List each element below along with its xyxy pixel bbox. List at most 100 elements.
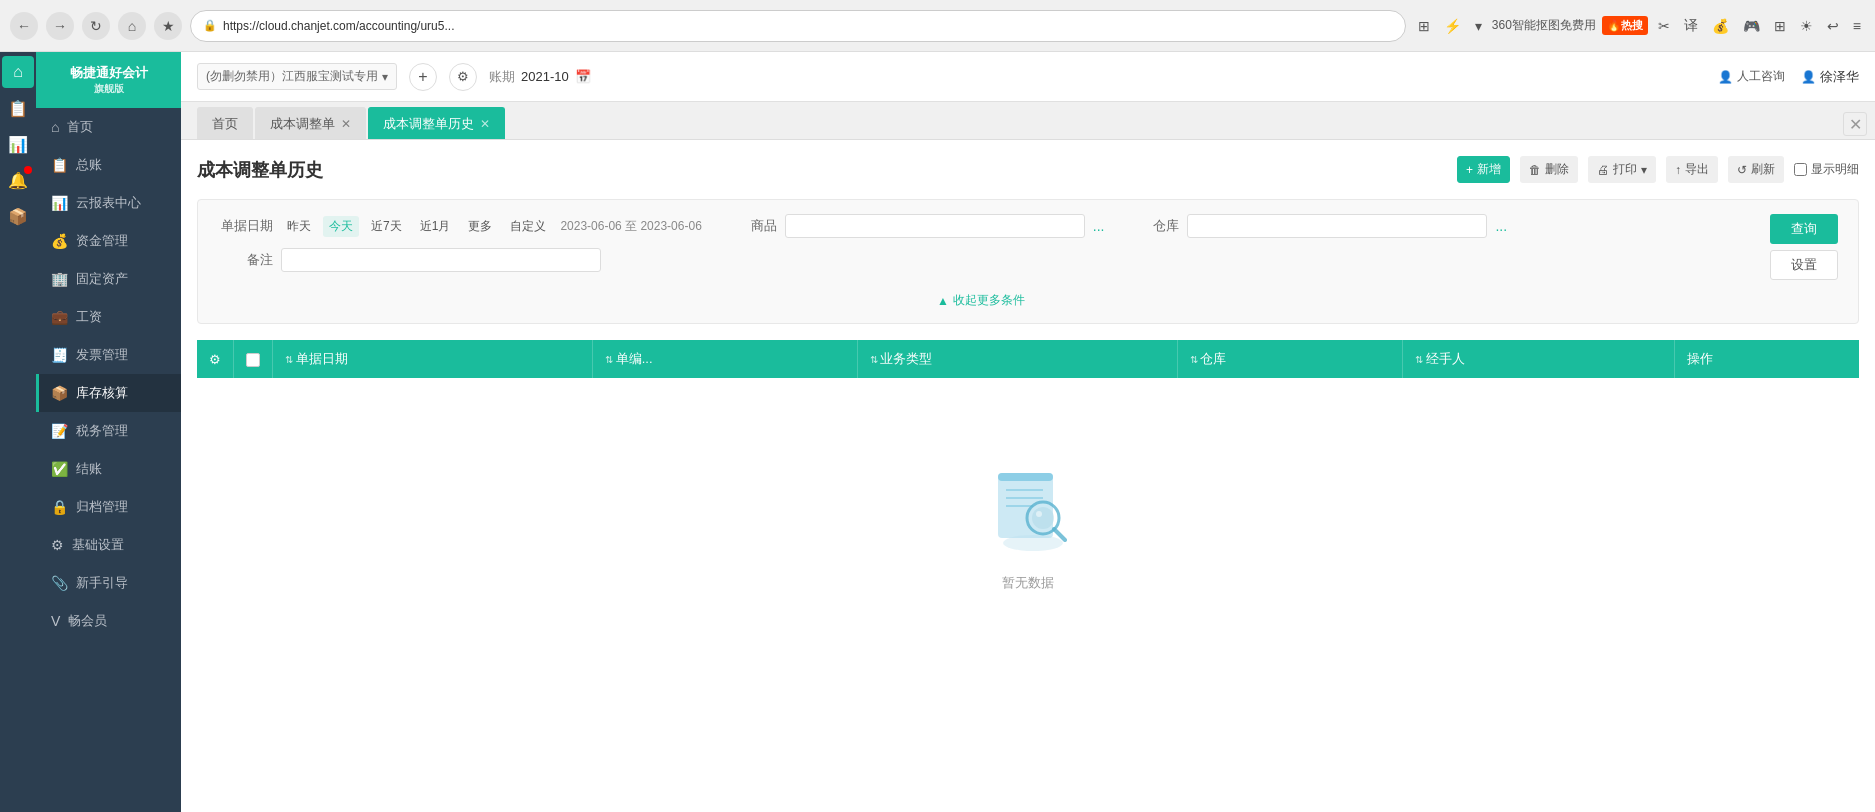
goods-more-btn[interactable]: ... bbox=[1093, 218, 1105, 234]
sidebar-item-settings[interactable]: ⚙ 基础设置 bbox=[36, 526, 181, 564]
mini-icon-4[interactable]: 📦 bbox=[2, 200, 34, 232]
warehouse-filter-group: 仓库 ... bbox=[1124, 214, 1507, 238]
sidebar-item-member[interactable]: V 畅会员 bbox=[36, 602, 181, 640]
browser-chrome: ← → ↻ ⌂ ★ 🔒 https://cloud.chanjet.com/ac… bbox=[0, 0, 1875, 52]
more-btn[interactable]: 更多 bbox=[462, 216, 498, 237]
bookmark-button[interactable]: ★ bbox=[154, 12, 182, 40]
tab-cost-adjust-history-close[interactable]: ✕ bbox=[480, 117, 490, 131]
company-name: (勿删勿禁用）江西服宝测试专用 bbox=[206, 68, 378, 85]
th-gear[interactable]: ⚙ bbox=[197, 340, 234, 378]
sidebar-item-ledger[interactable]: 📋 总账 bbox=[36, 146, 181, 184]
add-company-button[interactable]: + bbox=[409, 63, 437, 91]
sidebar-item-guide[interactable]: 📎 新手引导 bbox=[36, 564, 181, 602]
user-profile-btn[interactable]: 👤 徐泽华 bbox=[1801, 68, 1859, 86]
th-check[interactable] bbox=[234, 340, 273, 378]
th-handler-label: 经手人 bbox=[1426, 351, 1465, 366]
home-icon: ⌂ bbox=[51, 119, 59, 135]
sidebar-label-archive: 归档管理 bbox=[76, 498, 128, 516]
sidebar-item-salary[interactable]: 💼 工资 bbox=[36, 298, 181, 336]
select-all-checkbox[interactable] bbox=[246, 353, 260, 367]
menu-button[interactable]: ≡ bbox=[1849, 14, 1865, 38]
undo-button[interactable]: ↩ bbox=[1823, 14, 1843, 38]
yesterday-btn[interactable]: 昨天 bbox=[281, 216, 317, 237]
brightness-button[interactable]: ☀ bbox=[1796, 14, 1817, 38]
new-button[interactable]: + 新增 bbox=[1457, 156, 1510, 183]
sidebar-item-assets[interactable]: 🏢 固定资产 bbox=[36, 260, 181, 298]
7days-btn[interactable]: 近7天 bbox=[365, 216, 408, 237]
sidebar-item-funds[interactable]: 💰 资金管理 bbox=[36, 222, 181, 260]
new-label: 新增 bbox=[1477, 161, 1501, 178]
tab-home[interactable]: 首页 bbox=[197, 107, 253, 139]
settings-top-button[interactable]: ⚙ bbox=[449, 63, 477, 91]
game-button[interactable]: 🎮 bbox=[1739, 14, 1764, 38]
customer-service-btn[interactable]: 👤 人工咨询 bbox=[1718, 68, 1785, 85]
mini-icon-1[interactable]: 📋 bbox=[2, 92, 34, 124]
print-button[interactable]: 🖨 打印 ▾ bbox=[1588, 156, 1656, 183]
remark-filter-group: 备注 bbox=[218, 248, 601, 272]
ssl-lock-icon: 🔒 bbox=[203, 19, 217, 32]
collapse-button[interactable]: ▲ 收起更多条件 bbox=[937, 292, 1025, 309]
remark-filter-label: 备注 bbox=[218, 251, 273, 269]
export-button[interactable]: ↑ 导出 bbox=[1666, 156, 1718, 183]
app-container: ⌂ 📋 📊 🔔 📦 畅捷通好会计 旗舰版 ⌂ 首页 📋 总账 📊 云报表中心 💰… bbox=[0, 52, 1875, 812]
today-btn[interactable]: 今天 bbox=[323, 216, 359, 237]
dropdown-button[interactable]: ▾ bbox=[1471, 14, 1486, 38]
reload-button[interactable]: ↻ bbox=[82, 12, 110, 40]
wallet-button[interactable]: 💰 bbox=[1708, 14, 1733, 38]
top-bar: (勿删勿禁用）江西服宝测试专用 ▾ + ⚙ 账期 2021-10 📅 👤 人工咨… bbox=[181, 52, 1875, 102]
close-accounts-icon: ✅ bbox=[51, 461, 68, 477]
invoice-icon: 🧾 bbox=[51, 347, 68, 363]
translate-button[interactable]: 译 bbox=[1680, 13, 1702, 39]
mini-icon-0[interactable]: ⌂ bbox=[2, 56, 34, 88]
delete-button[interactable]: 🗑 删除 bbox=[1520, 156, 1578, 183]
home-button[interactable]: ⌂ bbox=[118, 12, 146, 40]
url-bar[interactable]: 🔒 https://cloud.chanjet.com/accounting/u… bbox=[190, 10, 1406, 42]
sidebar-item-home[interactable]: ⌂ 首页 bbox=[36, 108, 181, 146]
tab-cost-adjust-history[interactable]: 成本调整单历史 ✕ bbox=[368, 107, 505, 139]
th-warehouse[interactable]: 仓库 bbox=[1177, 340, 1402, 378]
sidebar-item-archive[interactable]: 🔒 归档管理 bbox=[36, 488, 181, 526]
sidebar-item-invoice[interactable]: 🧾 发票管理 bbox=[36, 336, 181, 374]
filter-settings-label: 设置 bbox=[1791, 257, 1817, 272]
extensions-button[interactable]: ⊞ bbox=[1414, 14, 1434, 38]
1month-btn[interactable]: 近1月 bbox=[414, 216, 457, 237]
show-cols-checkbox[interactable] bbox=[1794, 163, 1807, 176]
show-cols-toggle[interactable]: 显示明细 bbox=[1794, 161, 1859, 178]
custom-btn[interactable]: 自定义 bbox=[504, 216, 552, 237]
sidebar-item-reports[interactable]: 📊 云报表中心 bbox=[36, 184, 181, 222]
sidebar-item-close[interactable]: ✅ 结账 bbox=[36, 450, 181, 488]
warehouse-input[interactable] bbox=[1187, 214, 1487, 238]
lightning-button[interactable]: ⚡ bbox=[1440, 14, 1465, 38]
url-text: https://cloud.chanjet.com/accounting/uru… bbox=[223, 19, 454, 33]
back-button[interactable]: ← bbox=[10, 12, 38, 40]
th-handler[interactable]: 经手人 bbox=[1402, 340, 1675, 378]
delete-icon: 🗑 bbox=[1529, 163, 1541, 177]
th-no[interactable]: 单编... bbox=[592, 340, 857, 378]
username-label: 徐泽华 bbox=[1820, 68, 1859, 86]
tab-cost-adjust[interactable]: 成本调整单 ✕ bbox=[255, 107, 366, 139]
assets-icon: 🏢 bbox=[51, 271, 68, 287]
company-selector[interactable]: (勿删勿禁用）江西服宝测试专用 ▾ bbox=[197, 63, 397, 90]
page-header: 成本调整单历史 + 新增 🗑 删除 🖨 打印 ▾ bbox=[197, 156, 1859, 183]
svg-point-9 bbox=[1036, 511, 1042, 517]
filter-row-2: 备注 bbox=[218, 248, 1744, 272]
sidebar-item-inventory[interactable]: 📦 库存核算 bbox=[36, 374, 181, 412]
query-button[interactable]: 查询 bbox=[1770, 214, 1838, 244]
refresh-button[interactable]: ↺ 刷新 bbox=[1728, 156, 1784, 183]
mini-icon-2[interactable]: 📊 bbox=[2, 128, 34, 160]
sidebar-item-tax[interactable]: 📝 税务管理 bbox=[36, 412, 181, 450]
goods-input[interactable] bbox=[785, 214, 1085, 238]
grid-button[interactable]: ⊞ bbox=[1770, 14, 1790, 38]
warehouse-more-btn[interactable]: ... bbox=[1495, 218, 1507, 234]
th-date[interactable]: 单据日期 bbox=[273, 340, 593, 378]
sidebar-label-assets: 固定资产 bbox=[76, 270, 128, 288]
filter-settings-button[interactable]: 设置 bbox=[1770, 250, 1838, 280]
mini-icon-3[interactable]: 🔔 bbox=[2, 164, 34, 196]
hot-search-badge[interactable]: 🔥热搜 bbox=[1602, 16, 1648, 35]
tab-cost-adjust-close[interactable]: ✕ bbox=[341, 117, 351, 131]
forward-button[interactable]: → bbox=[46, 12, 74, 40]
scissors-button[interactable]: ✂ bbox=[1654, 14, 1674, 38]
th-type[interactable]: 业务类型 bbox=[857, 340, 1177, 378]
remark-input[interactable] bbox=[281, 248, 601, 272]
close-panel-button[interactable]: ✕ bbox=[1843, 112, 1867, 136]
